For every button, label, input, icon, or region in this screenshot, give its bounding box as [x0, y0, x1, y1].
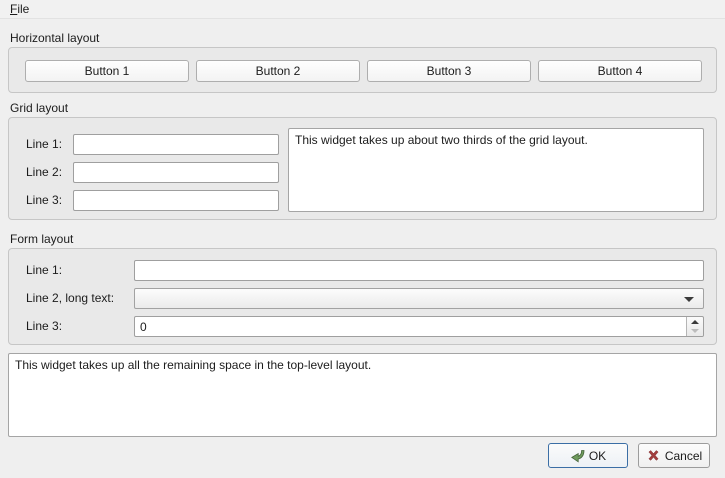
chevron-down-icon	[684, 297, 694, 302]
form-layout-group-title: Form layout	[10, 232, 74, 246]
button-3[interactable]: Button 3	[367, 60, 531, 82]
grid-line3-label: Line 3:	[26, 193, 63, 207]
form-line1-input[interactable]	[134, 260, 704, 281]
form-line1-label: Line 1:	[26, 263, 63, 277]
cancel-icon	[646, 448, 662, 464]
ok-button-label: OK	[588, 448, 607, 463]
button-4[interactable]: Button 4	[538, 60, 702, 82]
spinbox-input[interactable]	[135, 317, 686, 336]
bottom-text-edit[interactable]: This widget takes up all the remaining s…	[8, 353, 717, 437]
menu-bar: File	[0, 0, 725, 19]
arrow-down-icon	[691, 329, 699, 334]
horizontal-layout-group-box: Button 1 Button 2 Button 3 Button 4	[8, 47, 717, 93]
spin-up-button[interactable]	[687, 317, 703, 327]
grid-line1-input[interactable]	[73, 134, 279, 155]
grid-line2-label: Line 2:	[26, 165, 63, 179]
menu-file[interactable]: File	[3, 1, 36, 18]
cancel-button-label: Cancel	[664, 448, 703, 463]
form-line2-label: Line 2, long text:	[26, 291, 115, 305]
grid-line3-input[interactable]	[73, 190, 279, 211]
dialog-button-row: OK Cancel	[548, 443, 710, 468]
spin-down-button[interactable]	[687, 327, 703, 337]
grid-line1-label: Line 1:	[26, 137, 63, 151]
horizontal-button-row: Button 1 Button 2 Button 3 Button 4	[25, 60, 702, 82]
arrow-up-icon	[691, 319, 699, 324]
horizontal-layout-group-title: Horizontal layout	[10, 31, 100, 45]
form-layout-group-box: Line 1: Line 2, long text: Line 3:	[8, 248, 717, 345]
grid-text-edit[interactable]: This widget takes up about two thirds of…	[288, 128, 704, 212]
cancel-button[interactable]: Cancel	[638, 443, 710, 468]
form-line3-spinbox	[134, 316, 704, 337]
button-2[interactable]: Button 2	[196, 60, 360, 82]
button-1[interactable]: Button 1	[25, 60, 189, 82]
grid-layout-group-box: Line 1: Line 2: Line 3: This widget take…	[8, 117, 717, 220]
form-line2-combobox[interactable]	[134, 288, 704, 309]
grid-line2-input[interactable]	[73, 162, 279, 183]
ok-icon	[570, 448, 586, 464]
basic-layouts-dialog: File Horizontal layout Button 1 Button 2…	[0, 0, 725, 478]
grid-layout-group-title: Grid layout	[10, 101, 69, 115]
form-line3-label: Line 3:	[26, 319, 63, 333]
ok-button[interactable]: OK	[548, 443, 628, 468]
spinbox-buttons	[686, 317, 703, 336]
